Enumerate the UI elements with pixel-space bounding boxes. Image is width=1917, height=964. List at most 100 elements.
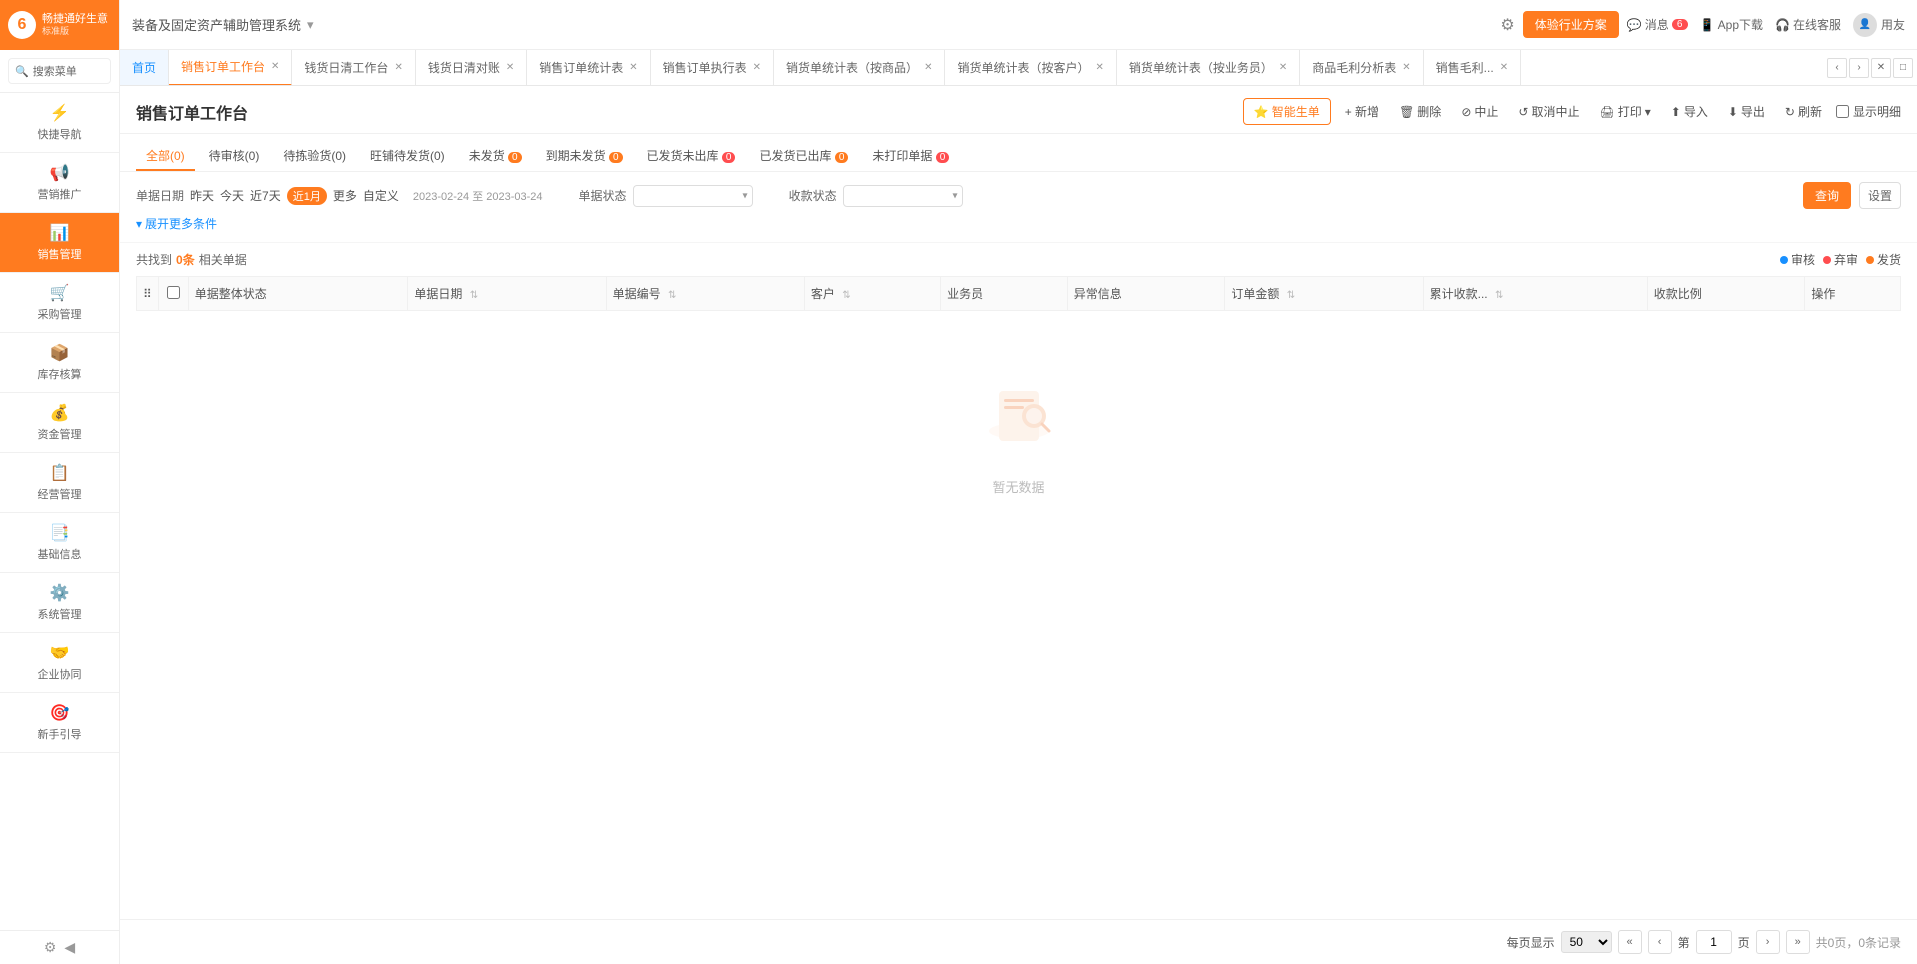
th-collected[interactable]: 累计收款... ⇅ bbox=[1423, 277, 1647, 311]
page-input[interactable] bbox=[1696, 930, 1732, 954]
tab-sales-sum-customer[interactable]: 销货单统计表（按客户） ✕ bbox=[945, 50, 1116, 86]
tab-home[interactable]: 首页 bbox=[120, 50, 169, 86]
gear-settings-button[interactable]: ⚙ bbox=[1500, 15, 1514, 35]
delete-button[interactable]: 🗑 删除 bbox=[1393, 99, 1447, 124]
tab-sales-sum-staff[interactable]: 销货单统计表（按业务员） ✕ bbox=[1117, 50, 1300, 86]
sub-tab-overdue[interactable]: 到期未发货 0 bbox=[536, 142, 633, 171]
sidebar-collapse-button[interactable]: ◀ bbox=[64, 939, 75, 956]
sub-tab-shipped-out[interactable]: 已发货已出库 0 bbox=[749, 142, 858, 171]
tabs-expand-button[interactable]: □ bbox=[1893, 58, 1913, 78]
filter-settings-button[interactable]: 设置 bbox=[1859, 182, 1901, 209]
page-first-button[interactable]: « bbox=[1618, 930, 1642, 954]
print-button[interactable]: 🖨 打印 ▾ bbox=[1593, 99, 1656, 124]
export-button[interactable]: ⬇ 导出 bbox=[1722, 99, 1771, 124]
sub-tab-pending-check[interactable]: 待拣验货(0) bbox=[273, 142, 356, 171]
tab-sales-more[interactable]: 销售毛利... ✕ bbox=[1424, 50, 1521, 86]
refresh-button[interactable]: ↻ 刷新 bbox=[1779, 99, 1828, 124]
shipped-not-out-badge: 0 bbox=[722, 152, 736, 163]
sort-customer-icon: ⇅ bbox=[842, 290, 850, 301]
sidebar-item-cooperation[interactable]: 🤝 企业协同 bbox=[0, 633, 119, 693]
stop-button[interactable]: ⊘ 中止 bbox=[1455, 99, 1504, 124]
sidebar-item-basic-info[interactable]: 📑 基础信息 bbox=[0, 513, 119, 573]
date-opt-more[interactable]: 更多 bbox=[333, 187, 357, 204]
tab-gross-margin[interactable]: 商品毛利分析表 ✕ bbox=[1300, 50, 1423, 86]
tab-sales-stat[interactable]: 销售订单统计表 ✕ bbox=[527, 50, 650, 86]
tab-close-sales-sum-product[interactable]: ✕ bbox=[924, 62, 932, 73]
th-amount[interactable]: 订单金额 ⇅ bbox=[1225, 277, 1423, 311]
date-opt-last7[interactable]: 近7天 bbox=[250, 187, 281, 204]
sub-tab-shipped-not-out[interactable]: 已发货未出库 0 bbox=[637, 142, 746, 171]
tab-close-sales-sum-customer[interactable]: ✕ bbox=[1095, 62, 1103, 73]
sidebar-item-marketing[interactable]: 📢 营销推广 bbox=[0, 153, 119, 213]
basic-info-icon: 📑 bbox=[50, 523, 70, 543]
settings-icon: ⚙ bbox=[44, 939, 57, 955]
date-opt-today[interactable]: 今天 bbox=[220, 187, 244, 204]
online-service-button[interactable]: 🎧 在线客服 bbox=[1775, 16, 1841, 33]
tab-close-gross-margin[interactable]: ✕ bbox=[1402, 62, 1410, 73]
sub-tab-wangpu[interactable]: 旺铺待发货(0) bbox=[360, 142, 455, 171]
th-customer[interactable]: 客户 ⇅ bbox=[804, 277, 940, 311]
th-date[interactable]: 单据日期 ⇅ bbox=[408, 277, 606, 311]
tab-close-cash-reconcile[interactable]: ✕ bbox=[506, 62, 514, 73]
tab-close-sales-more[interactable]: ✕ bbox=[1500, 62, 1508, 73]
sub-tab-all[interactable]: 全部(0) bbox=[136, 142, 195, 171]
tab-close-sales-exec[interactable]: ✕ bbox=[753, 62, 761, 73]
sub-tab-not-shipped[interactable]: 未发货 0 bbox=[459, 142, 532, 171]
tabs-bar: 首页 销售订单工作台 ✕ 钱货日清工作台 ✕ 钱货日清对账 ✕ 销售订单统计表 … bbox=[120, 50, 1917, 86]
ship-action-button[interactable]: 发货 bbox=[1866, 251, 1901, 268]
show-detail-checkbox[interactable] bbox=[1836, 105, 1849, 118]
show-detail-label[interactable]: 显示明细 bbox=[1836, 103, 1901, 120]
add-button[interactable]: + 新增 bbox=[1339, 99, 1385, 124]
payment-select[interactable] bbox=[843, 185, 963, 207]
date-opt-custom[interactable]: 自定义 bbox=[363, 187, 399, 204]
search-menu-button[interactable]: 🔍 搜索菜单 bbox=[8, 58, 111, 84]
sub-tab-not-printed[interactable]: 未打印单据 0 bbox=[862, 142, 959, 171]
import-button[interactable]: ⬆ 导入 bbox=[1665, 99, 1714, 124]
tab-close-sales-order[interactable]: ✕ bbox=[271, 61, 279, 72]
cancel-review-action-button[interactable]: 弃审 bbox=[1823, 251, 1858, 268]
page-next-button[interactable]: › bbox=[1756, 930, 1780, 954]
tab-sales-exec[interactable]: 销售订单执行表 ✕ bbox=[651, 50, 774, 86]
user-menu[interactable]: 👤 用友 bbox=[1853, 13, 1905, 37]
status-select[interactable] bbox=[633, 185, 753, 207]
date-opt-yesterday[interactable]: 昨天 bbox=[190, 187, 214, 204]
sidebar-settings-button[interactable]: ⚙ bbox=[44, 939, 57, 956]
tab-close-cash-daily[interactable]: ✕ bbox=[394, 62, 402, 73]
sidebar-item-guide[interactable]: 🎯 新手引导 bbox=[0, 693, 119, 753]
sidebar-item-sales[interactable]: 📊 销售管理 bbox=[0, 213, 119, 273]
tab-close-sales-stat[interactable]: ✕ bbox=[629, 62, 637, 73]
app-download-button[interactable]: 📱 App下载 bbox=[1700, 16, 1763, 33]
sidebar-item-inventory[interactable]: 📦 库存核算 bbox=[0, 333, 119, 393]
page-last-button[interactable]: » bbox=[1786, 930, 1810, 954]
solution-button[interactable]: 体验行业方案 bbox=[1523, 11, 1619, 38]
sidebar-footer: ⚙ ◀ bbox=[0, 930, 119, 964]
tab-sales-sum-product[interactable]: 销货单统计表（按商品） ✕ bbox=[774, 50, 945, 86]
tabs-close-button[interactable]: ✕ bbox=[1871, 58, 1891, 78]
tab-cash-reconcile[interactable]: 钱货日清对账 ✕ bbox=[416, 50, 527, 86]
tab-cash-daily[interactable]: 钱货日清工作台 ✕ bbox=[292, 50, 415, 86]
tab-close-sales-sum-staff[interactable]: ✕ bbox=[1279, 62, 1287, 73]
sidebar-item-system[interactable]: ⚙️ 系统管理 bbox=[0, 573, 119, 633]
empty-illustration bbox=[979, 371, 1059, 465]
sidebar-item-finance[interactable]: 💰 资金管理 bbox=[0, 393, 119, 453]
tab-sales-order[interactable]: 销售订单工作台 ✕ bbox=[169, 50, 292, 86]
page-prev-button[interactable]: ‹ bbox=[1648, 930, 1672, 954]
tabs-prev-button[interactable]: ‹ bbox=[1827, 58, 1847, 78]
sidebar-item-operations[interactable]: 📋 经营管理 bbox=[0, 453, 119, 513]
page-size-select[interactable]: 50 10 20 100 bbox=[1561, 931, 1612, 953]
sidebar-item-quick-nav[interactable]: ⚡ 快捷导航 bbox=[0, 93, 119, 153]
query-button[interactable]: 查询 bbox=[1803, 182, 1851, 209]
tabs-next-button[interactable]: › bbox=[1849, 58, 1869, 78]
message-button[interactable]: 💬 消息 6 bbox=[1627, 16, 1688, 33]
sub-tab-pending-review[interactable]: 待审核(0) bbox=[199, 142, 270, 171]
expand-filter-button[interactable]: ▾ 展开更多条件 bbox=[136, 215, 1901, 232]
review-action-button[interactable]: 审核 bbox=[1780, 251, 1815, 268]
select-all-checkbox[interactable] bbox=[167, 286, 180, 299]
cancel-stop-button[interactable]: ↺ 取消中止 bbox=[1512, 99, 1585, 124]
th-no[interactable]: 单据编号 ⇅ bbox=[606, 277, 804, 311]
date-opt-last1month[interactable]: 近1月 bbox=[287, 187, 327, 205]
sidebar-item-purchase[interactable]: 🛒 采购管理 bbox=[0, 273, 119, 333]
status-select-wrap bbox=[633, 185, 753, 207]
smart-order-button[interactable]: ⭐ 智能生单 bbox=[1243, 98, 1331, 125]
refresh-icon: ↻ bbox=[1785, 105, 1795, 119]
